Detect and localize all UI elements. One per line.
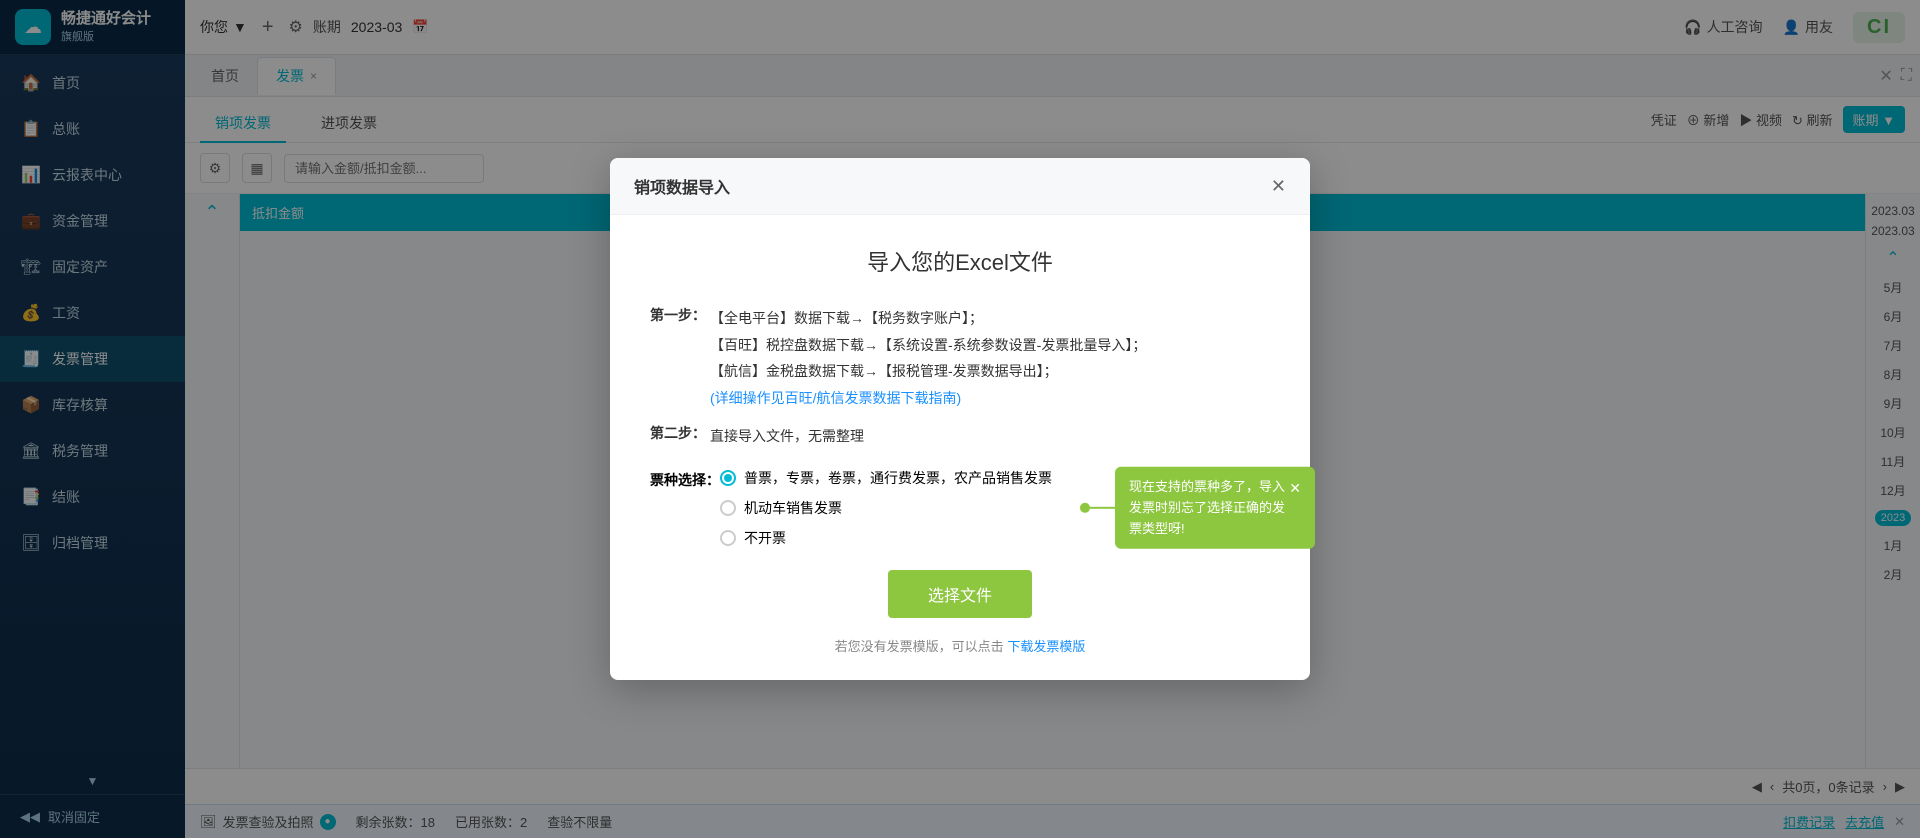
radio-circle-1 — [720, 470, 736, 486]
radio-circle-2 — [720, 500, 736, 516]
step1-line3: 【航信】金税盘数据下载→【报税管理-发票数据导出】； — [710, 358, 1270, 385]
modal-main-title: 导入您的Excel文件 — [650, 245, 1270, 277]
modal-footer-prefix: 若您没有发票模版，可以点击 — [835, 639, 1004, 654]
modal-title: 销项数据导入 — [634, 174, 730, 198]
modal-overlay: 销项数据导入 ✕ 导入您的Excel文件 第一步： 【全电平台】数据下载→【税务… — [0, 0, 1920, 838]
select-file-btn[interactable]: 选择文件 — [888, 570, 1032, 618]
radio-label-2: 机动车销售发票 — [744, 498, 842, 518]
tooltip-bubble: ✕ 现在支持的票种多了，导入发票时别忘了选择正确的发票类型呀! — [1115, 467, 1315, 549]
modal-body: 导入您的Excel文件 第一步： 【全电平台】数据下载→【税务数字账户】； 【百… — [610, 215, 1310, 680]
modal: 销项数据导入 ✕ 导入您的Excel文件 第一步： 【全电平台】数据下载→【税务… — [610, 158, 1310, 680]
radio-option-2[interactable]: 机动车销售发票 ✕ 现在支持的票种多了，导入发票时别忘了选择正确的发票类型呀! — [720, 498, 1052, 518]
radio-label-3: 不开票 — [744, 528, 786, 548]
ticket-label: 票种选择： — [650, 468, 720, 490]
modal-close-btn[interactable]: ✕ — [1271, 177, 1286, 195]
step2-label: 第二步： — [650, 423, 710, 450]
radio-group: 普票，专票，卷票，通行费发票，农产品销售发票 机动车销售发票 ✕ 现在支持的票种… — [720, 468, 1052, 548]
step2-content: 直接导入文件，无需整理 — [710, 423, 1270, 450]
tooltip-connector: ✕ 现在支持的票种多了，导入发票时别忘了选择正确的发票类型呀! — [1080, 467, 1315, 549]
step1-guide-link[interactable]: (详细操作见百旺/航信发票数据下载指南) — [710, 390, 961, 406]
radio-option-1[interactable]: 普票，专票，卷票，通行费发票，农产品销售发票 — [720, 468, 1052, 488]
step1-row: 第一步： 【全电平台】数据下载→【税务数字账户】； 【百旺】税控盘数据下载→【系… — [650, 305, 1270, 411]
step2-row: 第二步： 直接导入文件，无需整理 — [650, 423, 1270, 450]
radio-circle-3 — [720, 530, 736, 546]
modal-footer: 若您没有发票模版，可以点击 下载发票模版 — [650, 636, 1270, 655]
radio-option-3[interactable]: 不开票 — [720, 528, 1052, 548]
step1-content: 【全电平台】数据下载→【税务数字账户】； 【百旺】税控盘数据下载→【系统设置-系… — [710, 305, 1270, 411]
step1-line1: 【全电平台】数据下载→【税务数字账户】； — [710, 305, 1270, 332]
ticket-select-row: 票种选择： 普票，专票，卷票，通行费发票，农产品销售发票 机动车销售发票 — [650, 468, 1270, 548]
tooltip-dot — [1080, 503, 1090, 513]
step1-line2: 【百旺】税控盘数据下载→【系统设置-系统参数设置-发票批量导入】； — [710, 332, 1270, 359]
step2-text: 直接导入文件，无需整理 — [710, 428, 864, 444]
modal-header: 销项数据导入 ✕ — [610, 158, 1310, 215]
step1-link-row: (详细操作见百旺/航信发票数据下载指南) — [710, 385, 1270, 412]
step1-label: 第一步： — [650, 305, 710, 411]
tooltip-close-btn[interactable]: ✕ — [1289, 477, 1301, 499]
tooltip-text: 现在支持的票种多了，导入发票时别忘了选择正确的发票类型呀! — [1129, 479, 1285, 536]
download-template-link[interactable]: 下载发票模版 — [1007, 639, 1085, 654]
radio-label-1: 普票，专票，卷票，通行费发票，农产品销售发票 — [744, 468, 1052, 488]
tooltip-line — [1090, 507, 1115, 509]
